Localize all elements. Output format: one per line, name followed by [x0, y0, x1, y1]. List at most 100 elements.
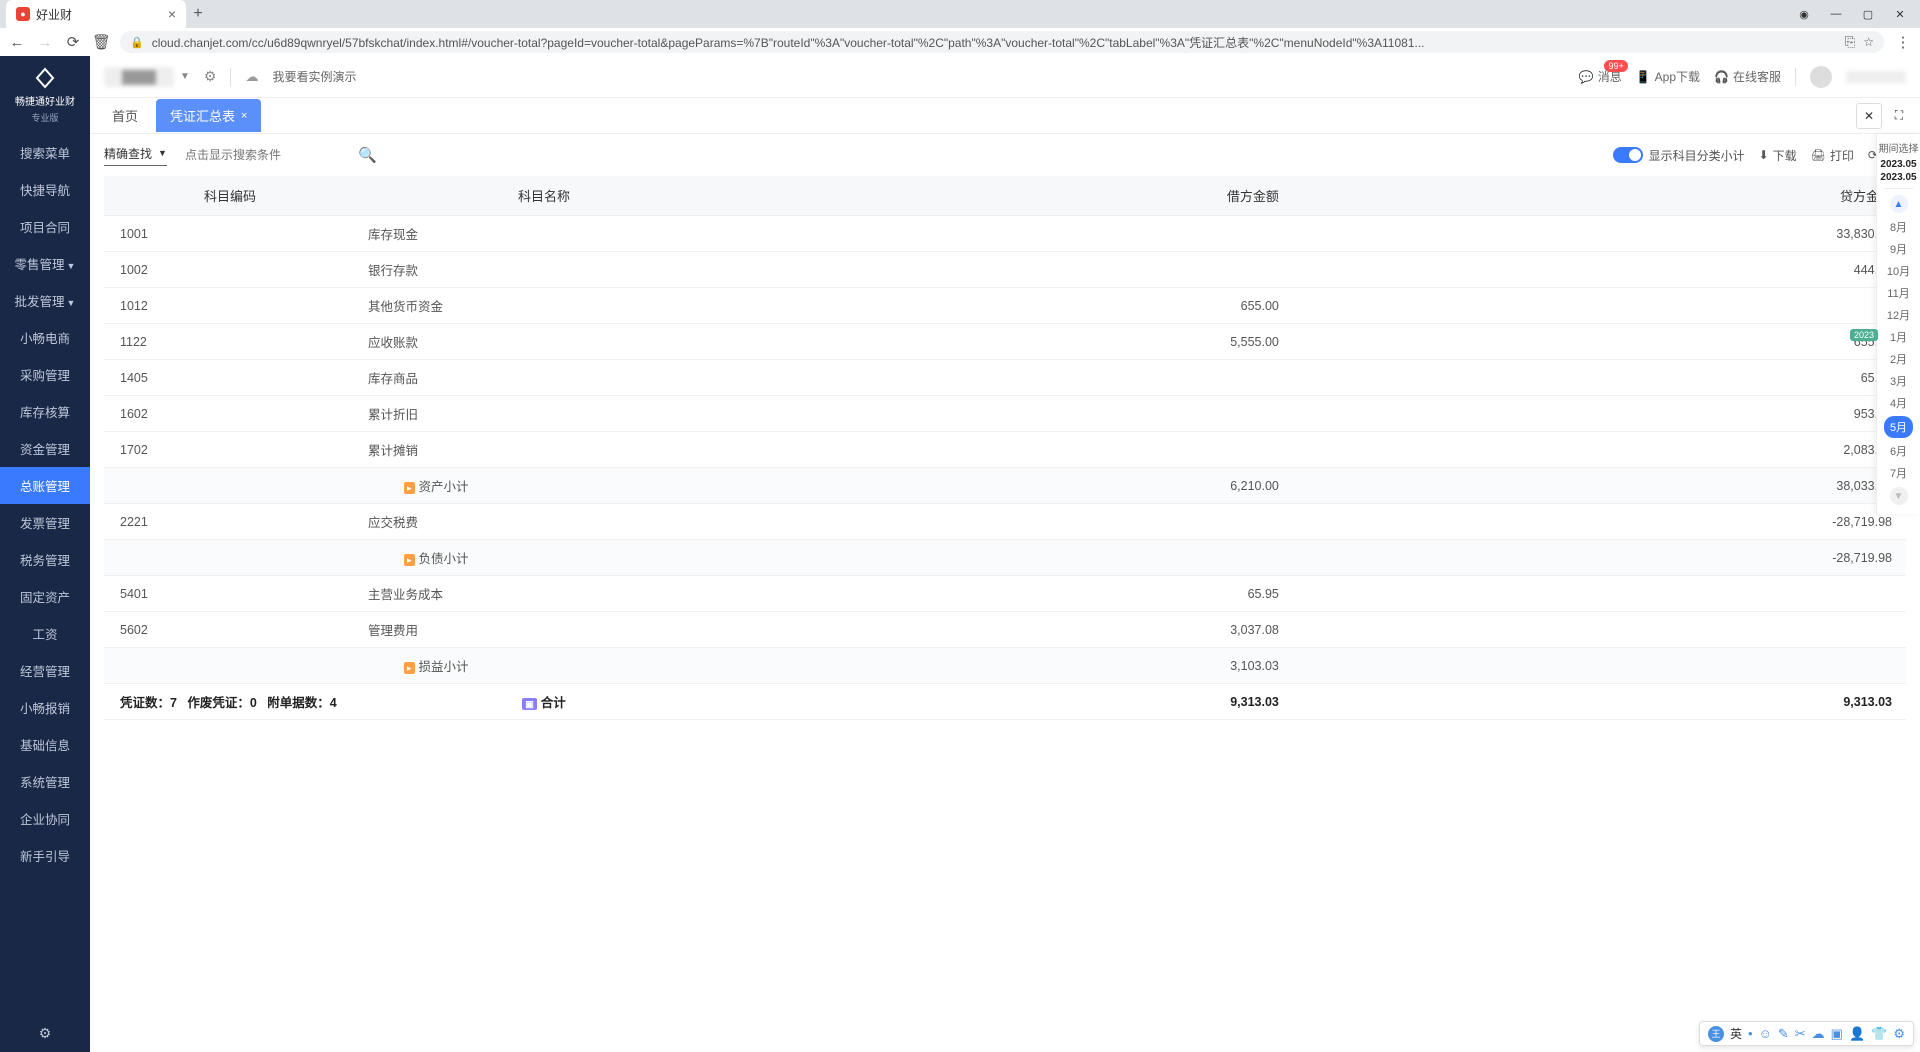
table-row[interactable]: 1002 银行存款 444.00 [104, 252, 1906, 288]
header-gear-icon[interactable]: ⚙ [204, 68, 217, 85]
col-header-name[interactable]: 科目名称 [354, 176, 734, 216]
reload-button[interactable]: ⟳ [64, 33, 82, 51]
avatar[interactable] [1810, 66, 1832, 88]
new-tab-button[interactable]: + [186, 5, 210, 23]
demo-link[interactable]: 我要看实例演示 [272, 68, 356, 85]
month-item[interactable]: 3月 [1880, 370, 1917, 392]
ime-bar[interactable]: 王 英 • ☺ ✎ ✂ ☁ ▣ 👤 👕 ⚙ [1699, 1021, 1914, 1046]
table-row[interactable]: 1602 累计折旧 953.75 [104, 396, 1906, 432]
col-header-debit[interactable]: 借方金额 [734, 176, 1293, 216]
ime-lang[interactable]: 英 [1730, 1025, 1742, 1042]
trash-icon[interactable]: 🗑 [92, 33, 110, 51]
sidebar-item[interactable]: 总账管理 [0, 467, 90, 504]
messages-button[interactable]: 💬 消息 99+ [1579, 68, 1622, 85]
sidebar-item[interactable]: 小畅电商 [0, 319, 90, 356]
company-selector[interactable]: ████ ▼ [104, 67, 190, 87]
ime-shirt-icon[interactable]: 👕 [1871, 1026, 1887, 1042]
sidebar-item[interactable]: 基础信息 [0, 726, 90, 763]
ime-img-icon[interactable]: ▣ [1831, 1026, 1843, 1042]
sidebar-item[interactable]: 快捷导航 [0, 171, 90, 208]
month-item[interactable]: 1月2023 [1880, 326, 1917, 348]
table-row[interactable]: ▸负债小计 -28,719.98 [104, 540, 1906, 576]
sidebar-item[interactable]: 搜索菜单 [0, 134, 90, 171]
minimize-button[interactable]: — [1822, 3, 1850, 25]
month-item[interactable]: 10月 [1880, 260, 1917, 282]
sidebar-item[interactable]: 新手引导 [0, 837, 90, 874]
ime-cut-icon[interactable]: ✂ [1795, 1026, 1806, 1042]
sidebar-item[interactable]: 资金管理 [0, 430, 90, 467]
scroll-down-icon[interactable]: ▼ [1890, 487, 1908, 505]
tab-voucher-summary[interactable]: 凭证汇总表 × [156, 99, 261, 132]
table-row[interactable]: 1012 其他货币资金 655.00 [104, 288, 1906, 324]
table-row[interactable]: 1702 累计摊销 2,083.33 [104, 432, 1906, 468]
close-tab-icon[interactable]: × [241, 110, 247, 122]
address-bar[interactable]: 🔒 cloud.chanjet.com/cc/u6d89qwnryel/57bf… [120, 31, 1884, 53]
table-row[interactable]: 2221 应交税费 -28,719.98 [104, 504, 1906, 540]
search-input[interactable] [181, 144, 344, 166]
search-icon[interactable]: 🔍 [358, 146, 377, 164]
sidebar-item[interactable]: 经营管理 [0, 652, 90, 689]
forward-button[interactable]: → [36, 34, 54, 51]
table-row[interactable]: ▸损益小计 3,103.03 [104, 648, 1906, 684]
tab-home[interactable]: 首页 [98, 99, 152, 132]
month-item[interactable]: 2月 [1880, 348, 1917, 370]
month-item[interactable]: 5月 [1884, 416, 1913, 438]
install-icon[interactable]: ⎘ [1845, 34, 1855, 50]
ime-dot-icon[interactable]: • [1748, 1026, 1753, 1041]
download-button[interactable]: 📱 App下载 [1636, 68, 1700, 85]
sidebar-item[interactable]: 系统管理 [0, 763, 90, 800]
download-button[interactable]: ⬇ 下载 [1759, 147, 1797, 164]
month-item[interactable]: 8月 [1880, 216, 1917, 238]
ime-user-icon[interactable]: 👤 [1849, 1026, 1865, 1042]
table-row[interactable]: 1001 库存现金 33,830.98 [104, 216, 1906, 252]
ime-edit-icon[interactable]: ✎ [1778, 1026, 1789, 1042]
sidebar-item[interactable]: 工资 [0, 615, 90, 652]
period-start[interactable]: 2023.05 [1880, 159, 1916, 170]
expand-icon[interactable]: ⛶ [1886, 103, 1912, 129]
sidebar-item[interactable]: 小畅报销 [0, 689, 90, 726]
month-item[interactable]: 11月 [1880, 282, 1917, 304]
sidebar-item[interactable]: 发票管理 [0, 504, 90, 541]
table-row[interactable]: 5401 主营业务成本 65.95 [104, 576, 1906, 612]
star-icon[interactable]: ☆ [1863, 35, 1874, 49]
col-header-code[interactable]: 科目编码 [104, 176, 354, 216]
sidebar-item[interactable]: 企业协同 [0, 800, 90, 837]
sidebar-item[interactable]: 库存核算 [0, 393, 90, 430]
browser-tab[interactable]: ● 好业财 × [6, 0, 186, 28]
month-item[interactable]: 6月 [1880, 440, 1917, 462]
sidebar-item[interactable]: 税务管理 [0, 541, 90, 578]
print-button[interactable]: 🖨 打印 [1811, 147, 1854, 164]
precise-search-dropdown[interactable]: 精确查找 ▼ [104, 145, 167, 166]
table-row[interactable]: 1122 应收账款 5,555.00 655.00 [104, 324, 1906, 360]
sidebar-item[interactable]: 零售管理▼ [0, 245, 90, 282]
settings-gear-icon[interactable]: ⚙ [39, 1025, 52, 1041]
sidebar-item[interactable]: 批发管理▼ [0, 282, 90, 319]
ime-smile-icon[interactable]: ☺ [1759, 1026, 1772, 1041]
menu-icon[interactable]: ⋮ [1894, 33, 1912, 51]
sidebar-item[interactable]: 项目合同 [0, 208, 90, 245]
period-end[interactable]: 2023.05 [1880, 172, 1916, 183]
sidebar-item[interactable]: 采购管理 [0, 356, 90, 393]
service-button[interactable]: 🎧 在线客服 [1714, 68, 1781, 85]
sidebar-item[interactable]: 固定资产 [0, 578, 90, 615]
user-name[interactable] [1846, 71, 1906, 83]
table-row[interactable]: 5602 管理费用 3,037.08 [104, 612, 1906, 648]
subtotal-toggle[interactable]: 显示科目分类小计 [1613, 147, 1745, 164]
tab-close-icon[interactable]: × [168, 6, 176, 22]
close-all-tabs-button[interactable]: ✕ [1856, 103, 1882, 129]
back-button[interactable]: ← [8, 34, 26, 51]
maximize-button[interactable]: ▢ [1854, 3, 1882, 25]
table-row[interactable]: 1405 库存商品 65.95 [104, 360, 1906, 396]
month-item[interactable]: 9月 [1880, 238, 1917, 260]
ime-cloud-icon[interactable]: ☁ [1812, 1026, 1825, 1042]
month-item[interactable]: 4月 [1880, 392, 1917, 414]
table-row[interactable]: ▸资产小计 6,210.00 38,033.01 [104, 468, 1906, 504]
month-item[interactable]: 12月 [1880, 304, 1917, 326]
close-window-button[interactable]: ✕ [1886, 3, 1914, 25]
scroll-up-icon[interactable]: ▲ [1890, 195, 1908, 213]
account-icon[interactable]: ◉ [1790, 3, 1818, 25]
toggle-switch[interactable] [1613, 147, 1643, 163]
col-header-credit[interactable]: 贷方金额 [1293, 176, 1906, 216]
month-item[interactable]: 7月 [1880, 462, 1917, 484]
ime-gear-icon[interactable]: ⚙ [1893, 1026, 1905, 1042]
